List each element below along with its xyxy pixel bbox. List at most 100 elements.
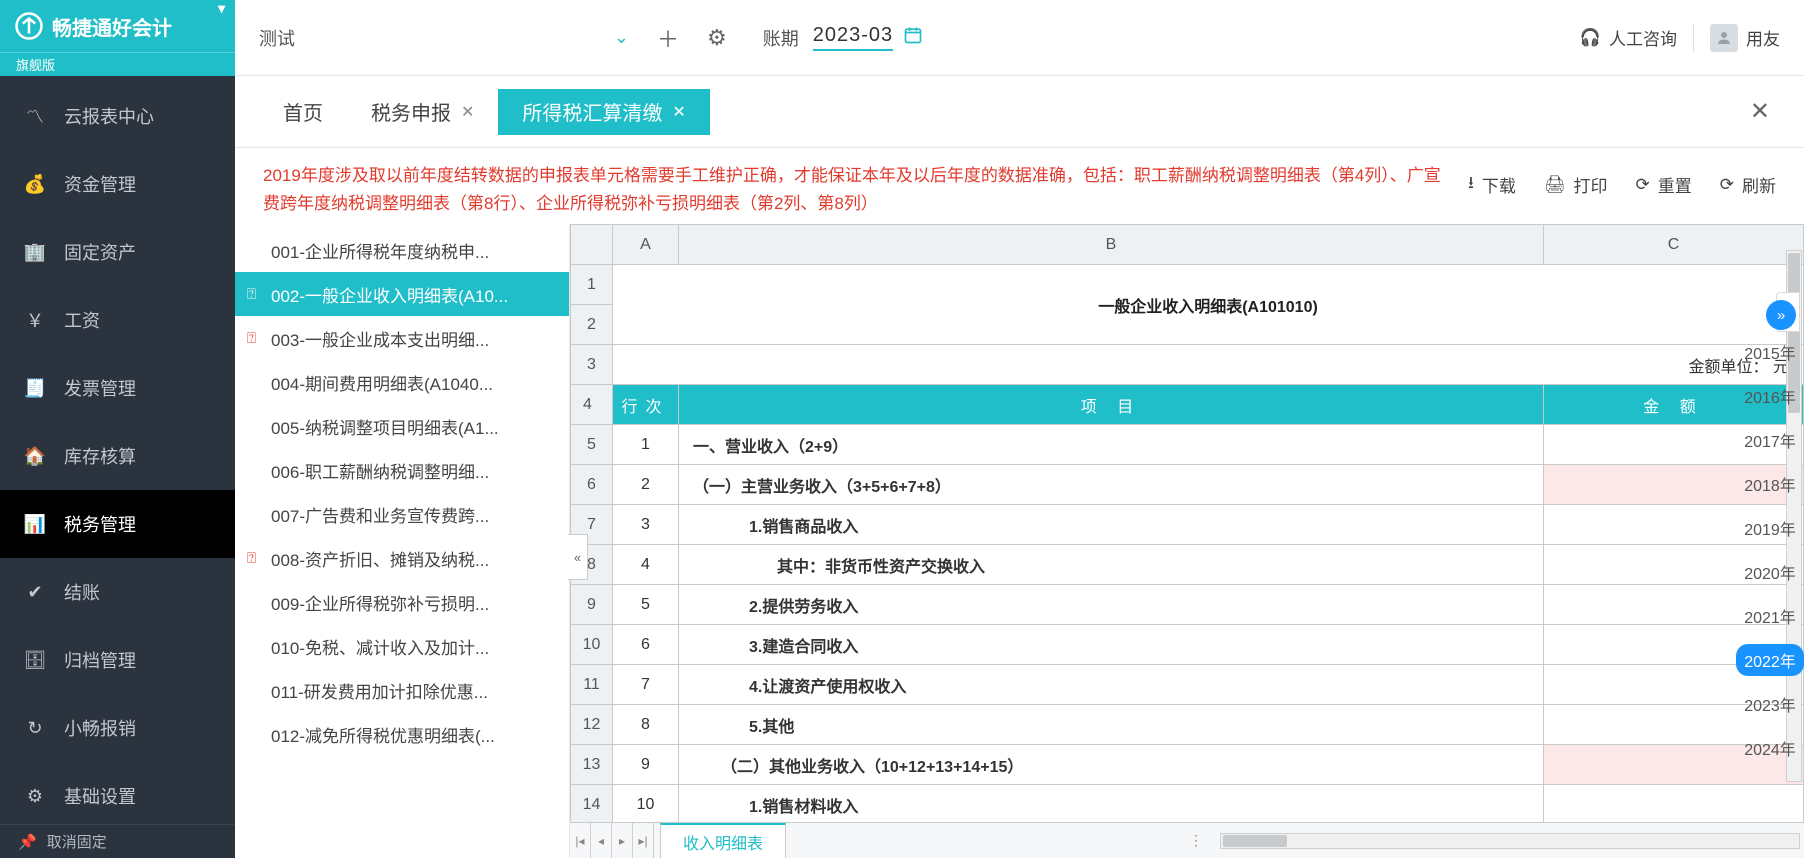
form-item-8[interactable]: 009-企业所得税弥补亏损明... bbox=[235, 580, 569, 624]
line-no: 10 bbox=[613, 785, 679, 822]
tab-2[interactable]: 所得税汇算清缴✕ bbox=[498, 89, 709, 135]
form-item-9[interactable]: 010-免税、减计收入及加计... bbox=[235, 624, 569, 668]
form-item-4[interactable]: 005-纳税调整项目明细表(A1... bbox=[235, 404, 569, 448]
collapse-handle[interactable]: « bbox=[568, 534, 588, 580]
nav-item-salary[interactable]: ￥工资 bbox=[0, 286, 235, 354]
form-item-10[interactable]: 011-研发费用加计扣除优惠... bbox=[235, 668, 569, 712]
nav-item-report[interactable]: 〽云报表中心 bbox=[0, 82, 235, 150]
line-item[interactable]: 5.其他 bbox=[679, 705, 1544, 745]
sheet-nav-arrows: |◂ ◂ ▸ ▸| bbox=[570, 823, 654, 858]
calendar-icon[interactable] bbox=[903, 25, 923, 51]
nav-item-asset[interactable]: 🏢固定资产 bbox=[0, 218, 235, 286]
nav-item-invoice[interactable]: 🧾发票管理 bbox=[0, 354, 235, 422]
form-item-2[interactable]: ⍰003-一般企业成本支出明细... bbox=[235, 316, 569, 360]
year-2023年[interactable]: 2023年 bbox=[1736, 688, 1804, 720]
unpin-label: 取消固定 bbox=[47, 831, 107, 852]
form-item-1[interactable]: ⍰002-一般企业收入明细表(A10... bbox=[235, 272, 569, 316]
line-item[interactable]: 1.销售商品收入 bbox=[679, 505, 1544, 545]
tab-close-icon[interactable]: ✕ bbox=[461, 102, 474, 122]
reimb-icon: ↻ bbox=[24, 717, 46, 739]
sheet-tab[interactable]: 收入明细表 bbox=[660, 823, 786, 858]
unpin-button[interactable]: 📌 取消固定 bbox=[0, 824, 235, 858]
chevron-down-icon: ⌄ bbox=[614, 27, 629, 48]
print-button[interactable]: 🖨打印 bbox=[1544, 172, 1608, 197]
nav-item-stock[interactable]: 🏠库存核算 bbox=[0, 422, 235, 490]
sheet-prev[interactable]: ◂ bbox=[591, 823, 612, 858]
line-item[interactable]: （一）主营业务收入（3+5+6+7+8） bbox=[679, 465, 1544, 505]
line-item[interactable]: 2.提供劳务收入 bbox=[679, 585, 1544, 625]
support-button[interactable]: 🎧 人工咨询 bbox=[1580, 25, 1677, 50]
sheet-last[interactable]: ▸| bbox=[633, 823, 654, 858]
form-item-11[interactable]: 012-减免所得税优惠明细表(... bbox=[235, 712, 569, 756]
user-menu[interactable]: 用友 bbox=[1710, 24, 1780, 52]
float-expand-button[interactable]: » bbox=[1766, 300, 1796, 330]
form-item-0[interactable]: 001-企业所得税年度纳税申... bbox=[235, 228, 569, 272]
headset-icon: 🎧 bbox=[1580, 28, 1601, 48]
warn-icon: ⍰ bbox=[247, 330, 256, 347]
year-rail: 2015年 2016年 2017年 2018年 2019年 2020年 2021年 2022年… bbox=[1736, 336, 1804, 764]
sheet-tab-drag[interactable]: ⋮ bbox=[1173, 832, 1220, 849]
line-item[interactable]: 一、营业收入（2+9） bbox=[679, 425, 1544, 465]
refresh-button[interactable]: ⟳刷新 bbox=[1720, 172, 1776, 197]
sheet-next[interactable]: ▸ bbox=[612, 823, 633, 858]
stock-icon: 🏠 bbox=[24, 445, 46, 467]
fund-icon: 💰 bbox=[24, 173, 46, 195]
reset-button[interactable]: ⟳重置 bbox=[1636, 172, 1692, 197]
gear-icon[interactable]: ⚙ bbox=[707, 25, 727, 51]
line-item[interactable]: 1.销售材料收入 bbox=[679, 785, 1544, 822]
period-label: 账期 bbox=[763, 25, 799, 51]
nav-item-settings[interactable]: ⚙基础设置 bbox=[0, 762, 235, 824]
line-item[interactable]: 4.让渡资产使用权收入 bbox=[679, 665, 1544, 705]
company-name: 测试 bbox=[259, 25, 295, 51]
year-2018年[interactable]: 2018年 bbox=[1736, 468, 1804, 500]
form-item-5[interactable]: 006-职工薪酬纳税调整明细... bbox=[235, 448, 569, 492]
sheet-first[interactable]: |◂ bbox=[570, 823, 591, 858]
form-item-3[interactable]: 004-期间费用明细表(A1040... bbox=[235, 360, 569, 404]
add-button[interactable]: ＋ bbox=[657, 22, 679, 54]
form-item-7[interactable]: ⍰008-资产折旧、摊销及纳税... bbox=[235, 536, 569, 580]
download-icon: ⭳ bbox=[1468, 170, 1474, 199]
close-panel-button[interactable]: ✕ bbox=[1740, 97, 1780, 126]
line-no: 6 bbox=[613, 625, 679, 665]
asset-icon: 🏢 bbox=[24, 241, 46, 263]
line-item[interactable]: 其中：非货币性资产交换收入 bbox=[679, 545, 1544, 585]
nav-item-fund[interactable]: 💰资金管理 bbox=[0, 150, 235, 218]
period-value[interactable]: 2023-03 bbox=[813, 24, 893, 51]
col-lineno: 行次 bbox=[613, 385, 679, 425]
tab-0[interactable]: 首页 bbox=[259, 89, 347, 135]
nav-item-archive[interactable]: 🗄归档管理 bbox=[0, 626, 235, 694]
tax-icon: 📊 bbox=[24, 513, 46, 535]
form-item-6[interactable]: 007-广告费和业务宣传费跨... bbox=[235, 492, 569, 536]
nav-item-close[interactable]: ✔结账 bbox=[0, 558, 235, 626]
settings-icon: ⚙ bbox=[24, 785, 46, 807]
line-no: 2 bbox=[613, 465, 679, 505]
tab-close-icon[interactable]: ✕ bbox=[672, 102, 685, 122]
year-2022年[interactable]: 2022年 bbox=[1736, 644, 1804, 676]
line-item[interactable]: 3.建造合同收入 bbox=[679, 625, 1544, 665]
amount-cell[interactable] bbox=[1544, 785, 1804, 822]
line-no: 5 bbox=[613, 585, 679, 625]
print-icon: 🖨 bbox=[1544, 175, 1566, 195]
nav-item-reimb[interactable]: ↻小畅报销 bbox=[0, 694, 235, 762]
tab-1[interactable]: 税务申报✕ bbox=[347, 89, 498, 135]
nav-item-tax[interactable]: 📊税务管理 bbox=[0, 490, 235, 558]
form-list: 001-企业所得税年度纳税申...⍰002-一般企业收入明细表(A10...⍰0… bbox=[235, 224, 570, 858]
year-2019年[interactable]: 2019年 bbox=[1736, 512, 1804, 544]
year-2021年[interactable]: 2021年 bbox=[1736, 600, 1804, 632]
year-2020年[interactable]: 2020年 bbox=[1736, 556, 1804, 588]
avatar-icon bbox=[1710, 24, 1738, 52]
horizontal-scrollbar[interactable]: ◂ bbox=[1220, 833, 1800, 849]
year-2017年[interactable]: 2017年 bbox=[1736, 424, 1804, 456]
spreadsheet[interactable]: ABC1一般企业收入明细表(A101010)23金额单位： 元4行次项 目金 额… bbox=[570, 224, 1804, 822]
year-2016年[interactable]: 2016年 bbox=[1736, 380, 1804, 412]
year-2015年[interactable]: 2015年 bbox=[1736, 336, 1804, 368]
line-item[interactable]: （二）其他业务收入（10+12+13+14+15） bbox=[679, 745, 1544, 785]
user-name: 用友 bbox=[1746, 25, 1780, 50]
scroll-thumb[interactable] bbox=[1223, 835, 1287, 847]
reset-icon: ⟳ bbox=[1636, 175, 1650, 195]
year-2024年[interactable]: 2024年 bbox=[1736, 732, 1804, 764]
sheet-wrap: ABC1一般企业收入明细表(A101010)23金额单位： 元4行次项 目金 额… bbox=[570, 224, 1804, 858]
company-selector[interactable]: 测试 ⌄ bbox=[259, 18, 629, 58]
toolbar: ⭳下载 🖨打印 ⟳重置 ⟳刷新 bbox=[1468, 162, 1776, 199]
download-button[interactable]: ⭳下载 bbox=[1468, 170, 1516, 199]
